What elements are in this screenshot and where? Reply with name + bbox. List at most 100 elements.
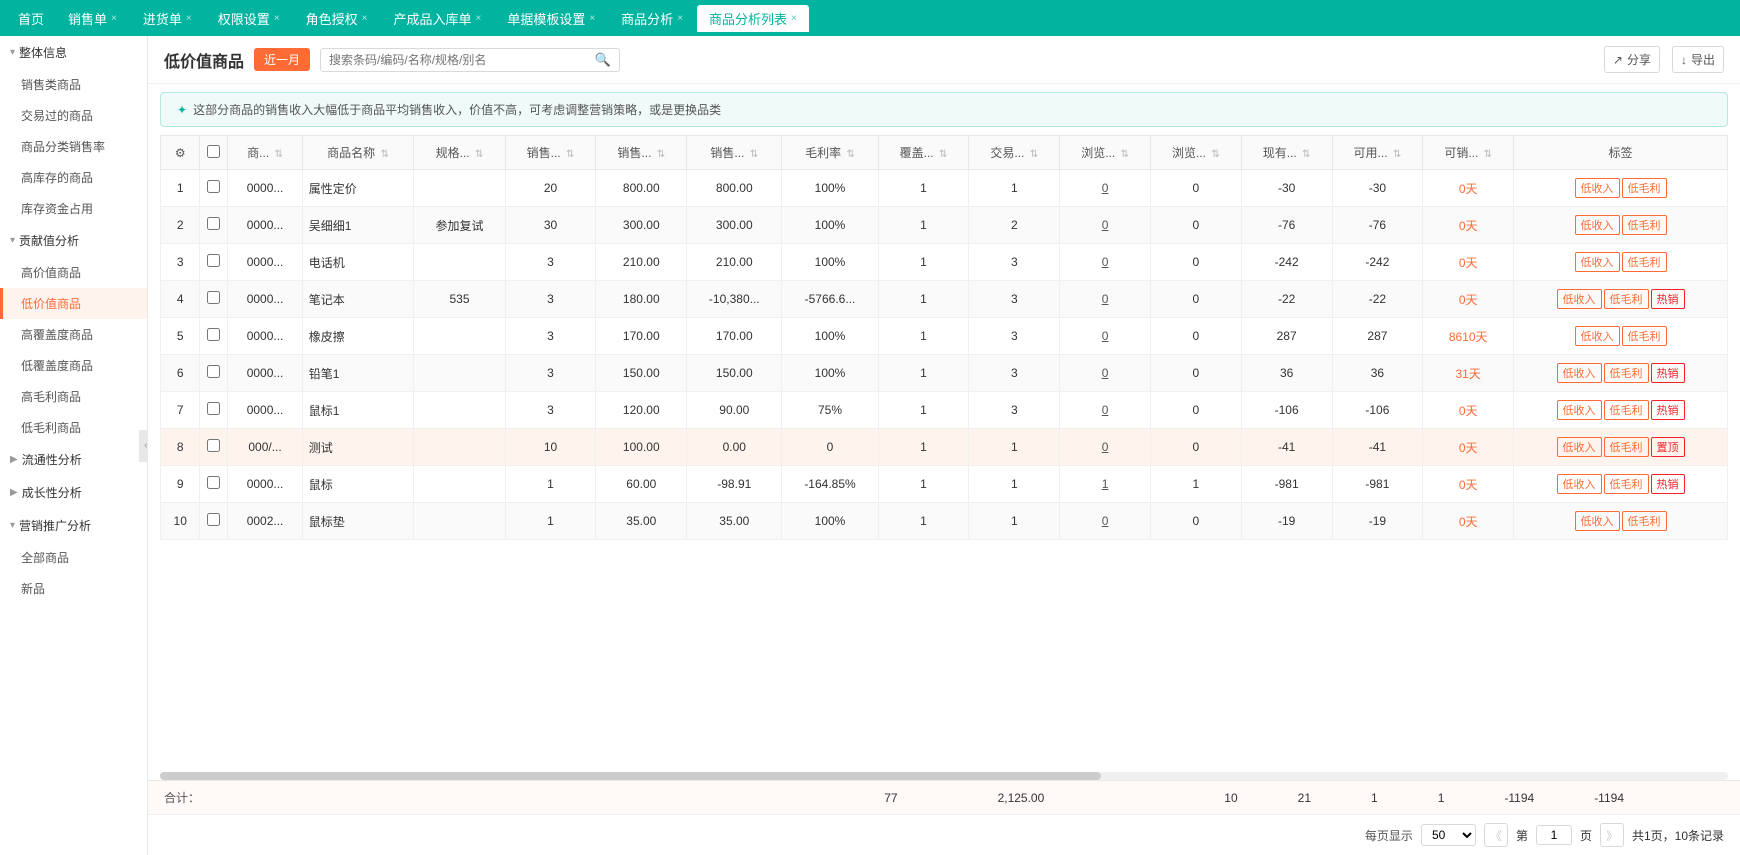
select-all-checkbox[interactable]: [207, 145, 220, 158]
view1-link[interactable]: 0: [1102, 181, 1109, 195]
col-current-stock[interactable]: 现有... ⇅: [1241, 136, 1332, 170]
row-checkbox[interactable]: [207, 217, 220, 230]
export-btn[interactable]: ↓ 导出: [1672, 46, 1724, 73]
close-icon[interactable]: ×: [274, 13, 280, 24]
nav-item-permissions[interactable]: 权限设置 ×: [206, 5, 292, 32]
sidebar-item-all-goods[interactable]: 全部商品: [0, 542, 147, 573]
search-input[interactable]: [329, 53, 591, 67]
row-checkbox[interactable]: [207, 439, 220, 452]
row-checkbox[interactable]: [207, 513, 220, 526]
nav-item-roles[interactable]: 角色授权 ×: [294, 5, 380, 32]
col-view1[interactable]: 浏览... ⇅: [1060, 136, 1151, 170]
col-sale-total[interactable]: 销售... ⇅: [687, 136, 782, 170]
cell-checkbox[interactable]: [200, 466, 228, 503]
col-available-stock[interactable]: 可用... ⇅: [1332, 136, 1423, 170]
cell-checkbox[interactable]: [200, 503, 228, 540]
row-checkbox[interactable]: [207, 180, 220, 193]
row-checkbox[interactable]: [207, 291, 220, 304]
sidebar-item-low-margin[interactable]: 低毛利商品: [0, 412, 147, 443]
sidebar-item-traded-goods[interactable]: 交易过的商品: [0, 100, 147, 131]
cell-checkbox[interactable]: [200, 207, 228, 244]
sidebar-collapse-btn[interactable]: «: [139, 430, 148, 462]
col-settings[interactable]: ⚙: [161, 136, 200, 170]
view1-link[interactable]: 0: [1102, 292, 1109, 306]
col-transaction[interactable]: 交易... ⇅: [969, 136, 1060, 170]
view1-link[interactable]: 0: [1102, 440, 1109, 454]
close-icon[interactable]: ×: [589, 13, 595, 24]
nav-home[interactable]: 首页: [8, 5, 54, 32]
cell-view1[interactable]: 0: [1060, 392, 1151, 429]
col-code[interactable]: 商... ⇅: [228, 136, 302, 170]
sidebar-item-high-stock[interactable]: 高库存的商品: [0, 162, 147, 193]
view1-link[interactable]: 0: [1102, 218, 1109, 232]
sidebar-group-growth[interactable]: ▶ 成长性分析: [0, 476, 147, 509]
cell-view1[interactable]: 0: [1060, 503, 1151, 540]
sidebar-group-liquidity[interactable]: ▶ 流通性分析: [0, 443, 147, 476]
prev-page-btn[interactable]: 《: [1484, 823, 1508, 847]
cell-view1[interactable]: 0: [1060, 429, 1151, 466]
nav-item-sales[interactable]: 销售单 ×: [56, 5, 129, 32]
view1-link[interactable]: 0: [1102, 329, 1109, 343]
cell-checkbox[interactable]: [200, 244, 228, 281]
sidebar-item-high-coverage[interactable]: 高覆盖度商品: [0, 319, 147, 350]
cell-checkbox[interactable]: [200, 392, 228, 429]
sidebar-item-category-rate[interactable]: 商品分类销售率: [0, 131, 147, 162]
cell-view1[interactable]: 0: [1060, 281, 1151, 318]
cell-view1[interactable]: 0: [1060, 244, 1151, 281]
cell-checkbox[interactable]: [200, 355, 228, 392]
col-sale-price[interactable]: 销售... ⇅: [596, 136, 687, 170]
sidebar-item-high-value[interactable]: 高价值商品: [0, 257, 147, 288]
sidebar-item-low-value[interactable]: 低价值商品: [0, 288, 147, 319]
nav-item-analysis-list[interactable]: 商品分析列表 ×: [697, 5, 809, 32]
view1-link[interactable]: 0: [1102, 255, 1109, 269]
nav-item-template[interactable]: 单据模板设置 ×: [495, 5, 607, 32]
cell-view1[interactable]: 0: [1060, 207, 1151, 244]
col-checkbox[interactable]: [200, 136, 228, 170]
filter-btn[interactable]: 近一月: [254, 48, 310, 71]
share-btn[interactable]: ↗ 分享: [1604, 46, 1660, 73]
view1-link[interactable]: 0: [1102, 366, 1109, 380]
sidebar-group-overview[interactable]: ▾ 整体信息: [0, 36, 147, 69]
row-checkbox[interactable]: [207, 328, 220, 341]
sidebar-item-low-coverage[interactable]: 低覆盖度商品: [0, 350, 147, 381]
cell-checkbox[interactable]: [200, 281, 228, 318]
cell-checkbox[interactable]: [200, 429, 228, 466]
close-icon[interactable]: ×: [186, 13, 192, 24]
sidebar-item-stock-capital[interactable]: 库存资金占用: [0, 193, 147, 224]
row-checkbox[interactable]: [207, 476, 220, 489]
col-sale-qty[interactable]: 销售... ⇅: [505, 136, 596, 170]
row-checkbox[interactable]: [207, 402, 220, 415]
nav-item-purchase[interactable]: 进货单 ×: [131, 5, 204, 32]
page-size-select[interactable]: 50 100 200: [1421, 824, 1476, 846]
row-checkbox[interactable]: [207, 365, 220, 378]
nav-item-warehouse[interactable]: 产成品入库单 ×: [381, 5, 493, 32]
view1-link[interactable]: 0: [1102, 403, 1109, 417]
close-icon[interactable]: ×: [111, 13, 117, 24]
cell-view1[interactable]: 1: [1060, 466, 1151, 503]
nav-item-analysis[interactable]: 商品分析 ×: [609, 5, 695, 32]
col-sellable[interactable]: 可销... ⇅: [1423, 136, 1514, 170]
row-checkbox[interactable]: [207, 254, 220, 267]
cell-checkbox[interactable]: [200, 170, 228, 207]
sidebar-item-high-margin[interactable]: 高毛利商品: [0, 381, 147, 412]
col-coverage[interactable]: 覆盖... ⇅: [878, 136, 969, 170]
close-icon[interactable]: ×: [791, 13, 797, 24]
cell-view1[interactable]: 0: [1060, 355, 1151, 392]
col-spec[interactable]: 规格... ⇅: [414, 136, 505, 170]
cell-view1[interactable]: 0: [1060, 318, 1151, 355]
cell-view1[interactable]: 0: [1060, 170, 1151, 207]
col-view2[interactable]: 浏览... ⇅: [1150, 136, 1241, 170]
col-name[interactable]: 商品名称 ⇅: [302, 136, 414, 170]
page-input[interactable]: [1536, 825, 1572, 845]
col-gross-rate[interactable]: 毛利率 ⇅: [782, 136, 878, 170]
view1-link[interactable]: 0: [1102, 514, 1109, 528]
view1-link[interactable]: 1: [1102, 477, 1109, 491]
sidebar-item-sales-goods[interactable]: 销售类商品: [0, 69, 147, 100]
close-icon[interactable]: ×: [677, 13, 683, 24]
close-icon[interactable]: ×: [475, 13, 481, 24]
sidebar-item-new-goods[interactable]: 新品: [0, 573, 147, 604]
next-page-btn[interactable]: 》: [1600, 823, 1624, 847]
sidebar-group-marketing[interactable]: ▾ 营销推广分析: [0, 509, 147, 542]
sidebar-group-contribution[interactable]: ▾ 贡献值分析: [0, 224, 147, 257]
scrollbar[interactable]: [160, 772, 1728, 780]
